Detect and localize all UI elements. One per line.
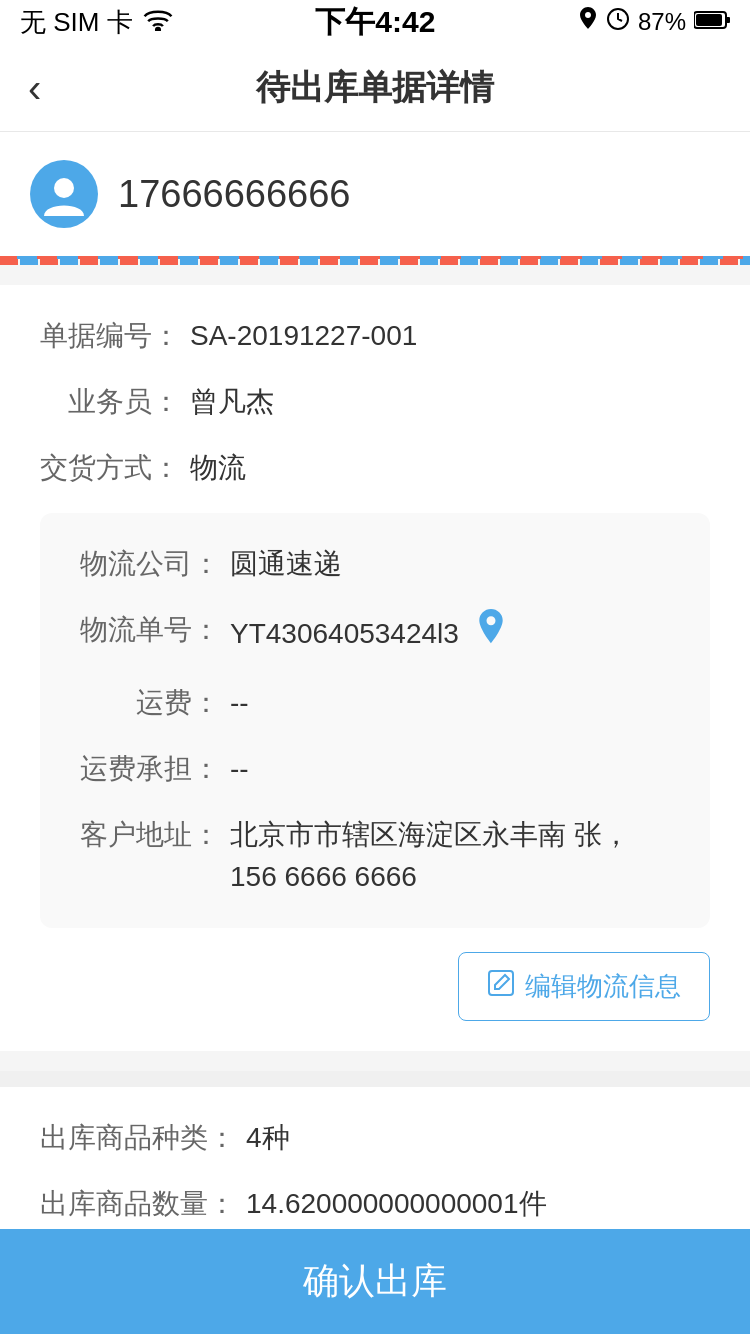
status-time: 下午4:42 (315, 2, 435, 43)
svg-rect-4 (696, 14, 722, 26)
edit-logistics-button[interactable]: 编辑物流信息 (458, 952, 710, 1021)
battery-percent: 87% (638, 8, 686, 36)
status-bar: 无 SIM 卡 下午4:42 87% (0, 0, 750, 44)
goods-quantity-row: 出库商品数量： 14.620000000000001件 (40, 1183, 710, 1225)
logistics-card: 物流公司： 圆通速递 物流单号： YT43064053424l3 运费： -- … (40, 513, 710, 928)
edit-icon (487, 969, 515, 1004)
goods-types-label: 出库商品种类： (40, 1117, 236, 1159)
document-no-value: SA-20191227-001 (190, 315, 710, 357)
address-value: 北京市市辖区海淀区永丰南 张，156 6666 6666 (230, 814, 670, 898)
goods-quantity-label: 出库商品数量： (40, 1183, 236, 1225)
order-info-section: 单据编号： SA-20191227-001 业务员： 曾凡杰 交货方式： 物流 … (0, 285, 750, 1051)
battery-icon (694, 8, 730, 36)
delivery-method-label: 交货方式： (40, 447, 180, 489)
back-button[interactable]: ‹ (28, 65, 41, 110)
freight-value: -- (230, 682, 670, 724)
status-right: 87% (578, 7, 730, 37)
tracking-no-label: 物流单号： (80, 609, 220, 651)
dashed-divider (0, 259, 750, 265)
delivery-method-value: 物流 (190, 447, 710, 489)
edit-logistics-label: 编辑物流信息 (525, 969, 681, 1004)
address-row: 客户地址： 北京市市辖区海淀区永丰南 张，156 6666 6666 (80, 814, 670, 898)
confirm-outbound-button[interactable]: 确认出库 (0, 1257, 750, 1306)
status-left: 无 SIM 卡 (20, 5, 173, 40)
tracking-location-icon[interactable] (475, 609, 507, 658)
gray-separator (0, 1071, 750, 1087)
avatar (30, 160, 98, 228)
svg-point-5 (54, 178, 74, 198)
goods-quantity-value: 14.620000000000001件 (246, 1183, 710, 1225)
location-status-icon (578, 7, 598, 37)
address-label: 客户地址： (80, 814, 220, 856)
goods-types-row: 出库商品种类： 4种 (40, 1117, 710, 1159)
tracking-no-text: YT43064053424l3 (230, 613, 459, 655)
salesperson-row: 业务员： 曾凡杰 (40, 381, 710, 423)
logistics-company-value: 圆通速递 (230, 543, 670, 585)
freight-row: 运费： -- (80, 682, 670, 724)
svg-rect-6 (489, 971, 513, 995)
clock-status-icon (606, 7, 630, 37)
user-header: 17666666666 (0, 132, 750, 259)
freight-bearer-value: -- (230, 748, 670, 790)
salesperson-label: 业务员： (40, 381, 180, 423)
freight-bearer-label: 运费承担： (80, 748, 220, 790)
wifi-icon (143, 7, 173, 38)
logistics-company-label: 物流公司： (80, 543, 220, 585)
document-no-label: 单据编号： (40, 315, 180, 357)
salesperson-value: 曾凡杰 (190, 381, 710, 423)
page-title: 待出库单据详情 (256, 65, 494, 111)
tracking-no-row: 物流单号： YT43064053424l3 (80, 609, 670, 658)
delivery-method-row: 交货方式： 物流 (40, 447, 710, 489)
edit-btn-wrapper: 编辑物流信息 (40, 952, 710, 1021)
confirm-btn-wrapper: 确认出库 (0, 1229, 750, 1334)
freight-bearer-row: 运费承担： -- (80, 748, 670, 790)
carrier-text: 无 SIM 卡 (20, 5, 133, 40)
tracking-no-value: YT43064053424l3 (230, 609, 670, 658)
goods-types-value: 4种 (246, 1117, 710, 1159)
svg-point-0 (156, 27, 160, 30)
nav-bar: ‹ 待出库单据详情 (0, 44, 750, 132)
svg-rect-3 (726, 17, 730, 23)
freight-label: 运费： (80, 682, 220, 724)
logistics-company-row: 物流公司： 圆通速递 (80, 543, 670, 585)
user-phone: 17666666666 (118, 173, 350, 216)
document-no-row: 单据编号： SA-20191227-001 (40, 315, 710, 357)
